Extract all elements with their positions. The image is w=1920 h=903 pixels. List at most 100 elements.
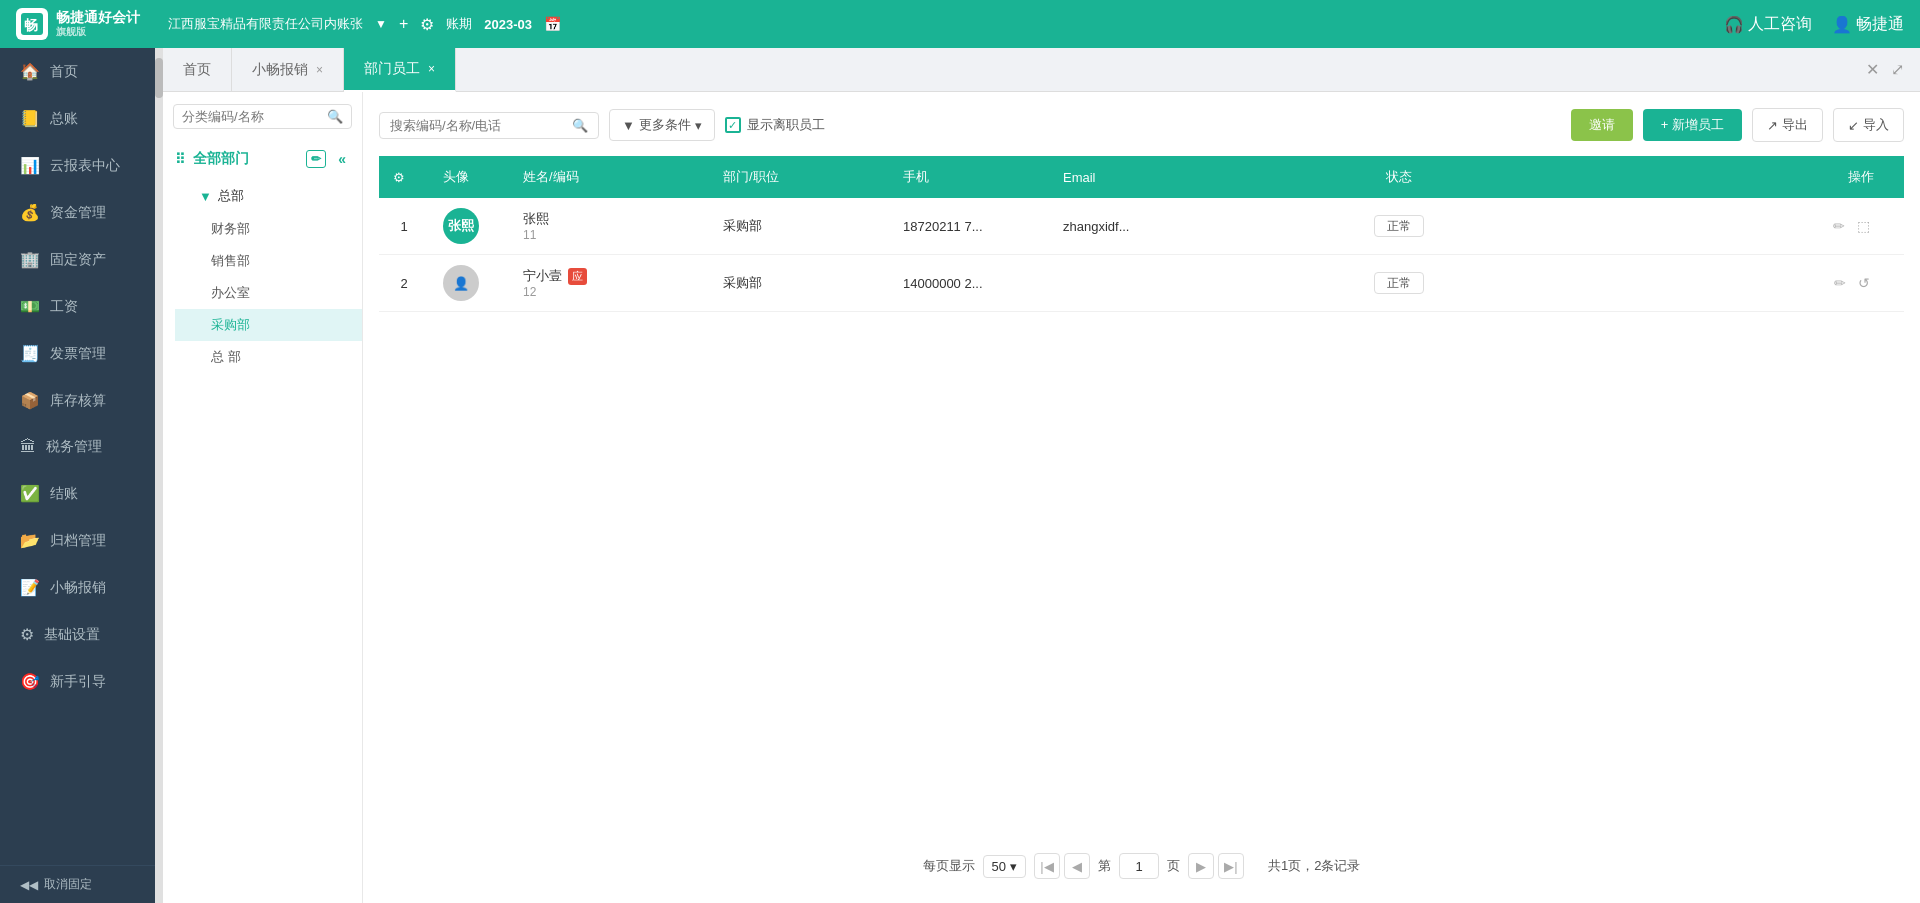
last-page-btn[interactable]: ▶| — [1218, 853, 1244, 879]
invite-btn[interactable]: 邀请 — [1571, 109, 1633, 141]
grid-icon: ⠿ — [175, 151, 185, 167]
row-avatar: 张熙 — [429, 198, 509, 255]
tab-maximize[interactable]: ⤢ — [1891, 60, 1904, 79]
expense-icon: 📝 — [20, 578, 40, 597]
collapse-btn[interactable]: « — [334, 147, 350, 171]
tax-icon: 🏛 — [20, 438, 36, 456]
sidebar-item-cloud-reports[interactable]: 📊 云报表中心 — [0, 142, 155, 189]
pin-icon: ◀◀ — [20, 878, 38, 892]
row-actions: ✏⬚ — [1549, 198, 1904, 255]
period-label: 账期 — [446, 15, 472, 33]
sidebar-item-close-account[interactable]: ✅ 结账 — [0, 470, 155, 517]
employee-panel: 🔍 ▼ 更多条件 ▾ ✓ 显示离职员工 邀请 + 新增员工 — [363, 92, 1920, 903]
dept-all-item[interactable]: ⠿ 全部部门 ✏ « — [163, 139, 362, 179]
tab-close-window[interactable]: ✕ — [1866, 60, 1879, 79]
row-name: 宁小壹应12 — [509, 255, 709, 312]
chevron-down-icon: ▾ — [695, 118, 702, 133]
tab-expense-label: 小畅报销 — [252, 61, 308, 79]
sidebar-item-guide[interactable]: 🎯 新手引导 — [0, 658, 155, 705]
row-num: 2 — [379, 255, 429, 312]
filter-btn[interactable]: ▼ 更多条件 ▾ — [609, 109, 715, 141]
tab-expense-close[interactable]: × — [316, 63, 323, 77]
export-label: 导出 — [1782, 116, 1808, 134]
dept-item-office[interactable]: 办公室 — [175, 277, 362, 309]
dropdown-icon[interactable]: ▼ — [375, 17, 387, 31]
ledger-icon: 📒 — [20, 109, 40, 128]
edit-employee-btn[interactable]: ✏ — [1834, 275, 1846, 291]
svg-text:畅: 畅 — [24, 17, 38, 33]
page-input[interactable] — [1119, 853, 1159, 879]
calendar-icon[interactable]: 📅 — [544, 16, 561, 32]
sidebar-label-invoice: 发票管理 — [50, 345, 106, 363]
dept-search-box[interactable]: 🔍 — [173, 104, 352, 129]
tab-controls: ✕ ⤢ — [1866, 60, 1920, 79]
sidebar-item-home[interactable]: 🏠 首页 — [0, 48, 155, 95]
add-employee-btn[interactable]: + 新增员工 — [1643, 109, 1742, 141]
dept-item-root[interactable]: ▼ 总部 — [175, 179, 362, 213]
sidebar-item-settings[interactable]: ⚙ 基础设置 — [0, 611, 155, 658]
home-icon: 🏠 — [20, 62, 40, 81]
dept-finance-label: 财务部 — [211, 221, 250, 236]
dept-search-input[interactable] — [182, 109, 327, 124]
sidebar-item-fund[interactable]: 💰 资金管理 — [0, 189, 155, 236]
sidebar-item-archive[interactable]: 📂 归档管理 — [0, 517, 155, 564]
page-nav: |◀ ◀ 第 页 ▶ ▶| — [1034, 853, 1244, 879]
row-phone: 18720211 7... — [889, 198, 1049, 255]
tab-dept-staff[interactable]: 部门员工 × — [344, 48, 456, 92]
delete-employee-btn[interactable]: ↺ — [1858, 275, 1870, 291]
sidebar-scrollbar[interactable] — [155, 48, 163, 903]
tab-home[interactable]: 首页 — [163, 48, 232, 92]
sidebar-item-inventory[interactable]: 📦 库存核算 — [0, 377, 155, 424]
service-btn[interactable]: 🎧 人工咨询 — [1724, 14, 1812, 35]
sidebar-item-invoice[interactable]: 🧾 发票管理 — [0, 330, 155, 377]
col-settings[interactable]: ⚙ — [379, 156, 429, 198]
row-name: 张熙11 — [509, 198, 709, 255]
sidebar-item-expense[interactable]: 📝 小畅报销 — [0, 564, 155, 611]
user-info[interactable]: 👤 畅捷通 — [1832, 14, 1904, 35]
employee-search-box[interactable]: 🔍 — [379, 112, 599, 139]
edit-icon[interactable]: ✏ — [306, 150, 326, 168]
cloud-reports-icon: 📊 — [20, 156, 40, 175]
next-page-btn[interactable]: ▶ — [1188, 853, 1214, 879]
period-value: 2023-03 — [484, 17, 532, 32]
edit-employee-btn[interactable]: ✏ — [1833, 218, 1845, 234]
row-actions: ✏↺ — [1549, 255, 1904, 312]
export-btn[interactable]: ↗ 导出 — [1752, 108, 1823, 142]
sidebar-item-fixed-assets[interactable]: 🏢 固定资产 — [0, 236, 155, 283]
table-row: 1张熙张熙11采购部18720211 7...zhangxidf...正常✏⬚ — [379, 198, 1904, 255]
import-label: 导入 — [1863, 116, 1889, 134]
sidebar-item-payroll[interactable]: 💵 工资 — [0, 283, 155, 330]
first-page-btn[interactable]: |◀ — [1034, 853, 1060, 879]
dept-item-finance[interactable]: 财务部 — [175, 213, 362, 245]
employee-code: 12 — [523, 285, 695, 299]
cancel-pin-btn[interactable]: ◀◀ 取消固定 — [0, 865, 155, 903]
import-btn[interactable]: ↙ 导入 — [1833, 108, 1904, 142]
col-phone[interactable]: 手机 — [889, 156, 1049, 198]
show-resigned-checkbox[interactable]: ✓ — [725, 117, 741, 133]
dept-item-purchase[interactable]: 采购部 — [175, 309, 362, 341]
delete-employee-btn[interactable]: ⬚ — [1857, 218, 1870, 234]
sidebar-item-tax[interactable]: 🏛 税务管理 — [0, 424, 155, 470]
export-icon: ↗ — [1767, 118, 1778, 133]
tab-expense[interactable]: 小畅报销 × — [232, 48, 344, 92]
page-unit: 页 — [1167, 857, 1180, 875]
expand-icon: ▼ — [199, 189, 212, 204]
tab-dept-staff-close[interactable]: × — [428, 62, 435, 76]
row-status: 正常 — [1249, 198, 1549, 255]
employee-name: 宁小壹应 — [523, 267, 695, 285]
pagination-bar: 每页显示 50 ▾ |◀ ◀ 第 页 ▶ ▶| 共1页，2条记录 — [379, 837, 1904, 887]
dept-item-hq[interactable]: 总 部 — [175, 341, 362, 373]
guide-icon: 🎯 — [20, 672, 40, 691]
col-dept[interactable]: 部门/职位 — [709, 156, 889, 198]
settings-icon[interactable]: ⚙ — [420, 15, 434, 34]
sidebar-item-ledger[interactable]: 📒 总账 — [0, 95, 155, 142]
col-name-code[interactable]: 姓名/编码 — [509, 156, 709, 198]
settings-nav-icon: ⚙ — [20, 625, 34, 644]
prev-page-btn[interactable]: ◀ — [1064, 853, 1090, 879]
show-resigned-checkbox-label[interactable]: ✓ 显示离职员工 — [725, 116, 825, 134]
per-page-select[interactable]: 50 ▾ — [983, 855, 1026, 878]
add-account-btn[interactable]: + — [399, 15, 408, 33]
dept-item-sales[interactable]: 销售部 — [175, 245, 362, 277]
employee-search-input[interactable] — [390, 118, 566, 133]
headset-icon: 🎧 — [1724, 15, 1744, 34]
